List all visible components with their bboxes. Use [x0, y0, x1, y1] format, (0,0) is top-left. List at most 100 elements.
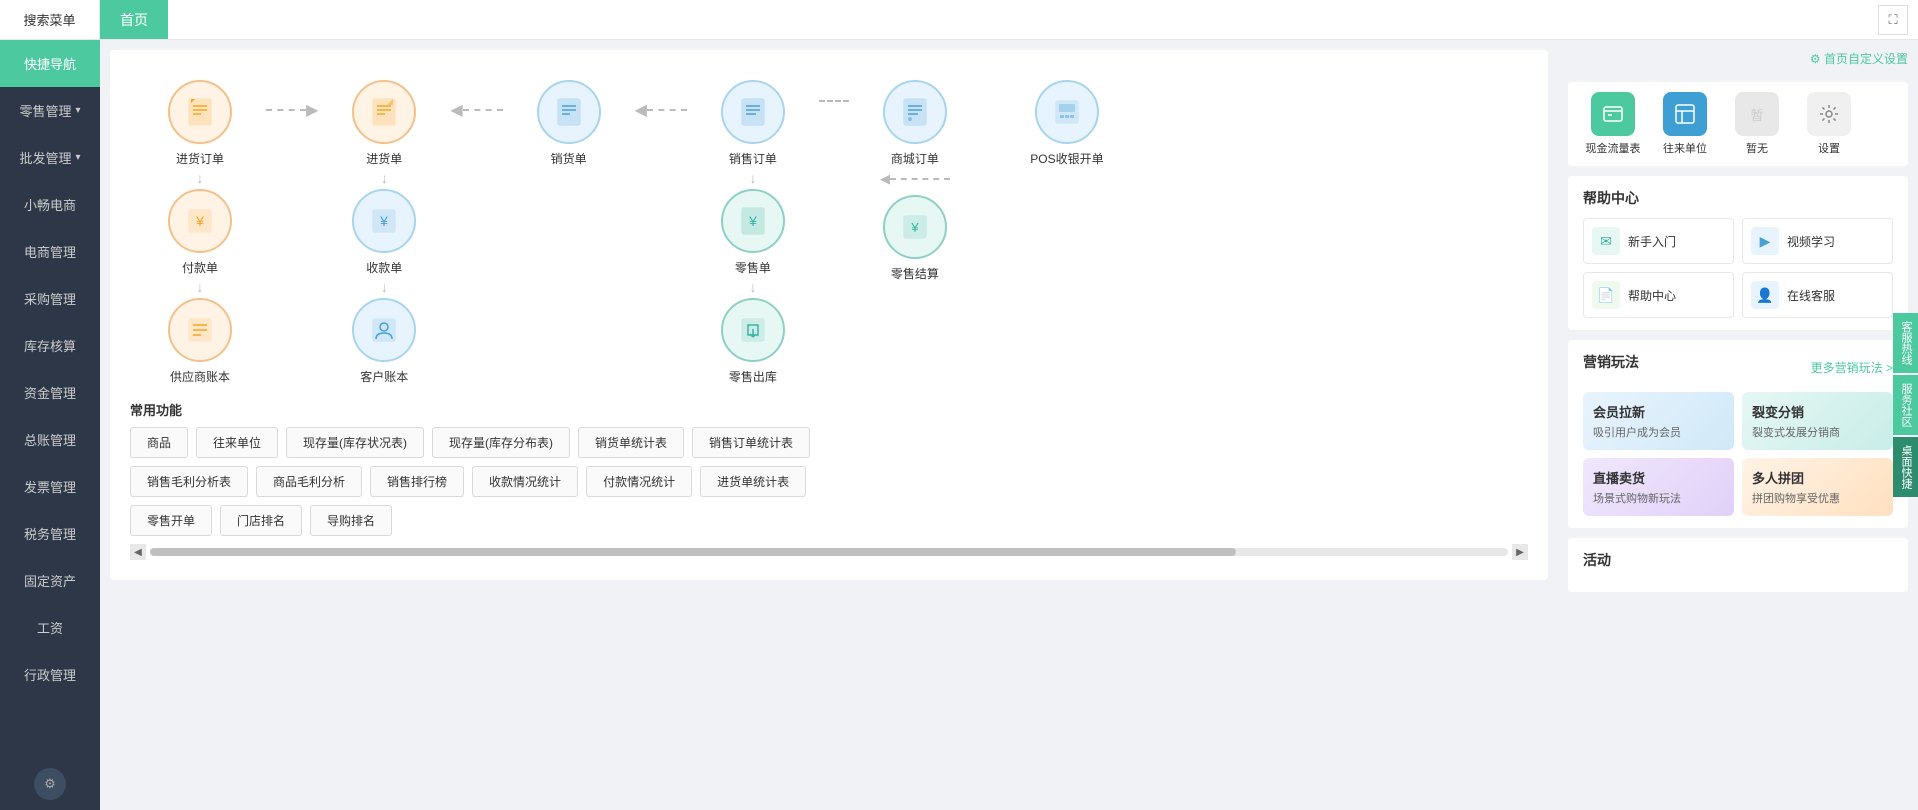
scroll-right-button[interactable]: ▶ — [1512, 544, 1528, 560]
scroll-left-button[interactable]: ◀ — [130, 544, 146, 560]
func-btn-retail-order[interactable]: 零售开单 — [130, 505, 212, 536]
marketing-item-fission[interactable]: 裂变分销 裂变式发展分销商 — [1742, 392, 1893, 450]
node-purchase-bill[interactable]: 进货单 — [324, 80, 444, 167]
node-mall-order[interactable]: 商城订单 — [855, 80, 975, 167]
side-float-community[interactable]: 服务社区 — [1893, 375, 1918, 435]
quick-icon-cashflow[interactable]: 现金流量表 — [1583, 92, 1643, 156]
sidebar-item-label: 资金管理 — [24, 383, 76, 402]
func-btn-purchase-stat[interactable]: 进货单统计表 — [700, 466, 806, 497]
node-label: 付款单 — [182, 259, 218, 276]
sidebar-item-finance[interactable]: 资金管理 — [0, 369, 100, 416]
help-label: 在线客服 — [1787, 287, 1835, 304]
marketing-more-link[interactable]: 更多营销玩法 > — [1811, 359, 1893, 376]
customer-icon — [352, 298, 416, 362]
settings-gear-button[interactable]: ⚙ — [34, 768, 66, 800]
horizontal-scrollbar[interactable]: ◀ ▶ — [130, 544, 1528, 560]
quick-icon-partner[interactable]: 往来单位 — [1655, 92, 1715, 156]
arrow-left-1: ◀ — [444, 100, 508, 120]
scroll-thumb — [150, 548, 1236, 556]
side-float-service[interactable]: 客服热线 — [1893, 313, 1918, 373]
col-4: 销售订单 ↓ ¥ 零售单 ↓ — [693, 80, 813, 385]
col-3: 销货单 — [509, 80, 629, 247]
marketing-item-groupbuy[interactable]: 多人拼团 拼团购物享受优惠 — [1742, 458, 1893, 516]
activity-title: 活动 — [1583, 550, 1893, 570]
node-payment[interactable]: ¥ 付款单 — [140, 189, 260, 276]
retail-settle-icon: ¥ — [883, 195, 947, 259]
node-retail-settle[interactable]: ¥ 零售结算 — [855, 195, 975, 282]
sidebar-item-tax[interactable]: 税务管理 — [0, 510, 100, 557]
right-panel: ⚙ 首页自定义设置 现金流量表 往来单位 暂 暂无 — [1558, 40, 1918, 810]
node-receipt[interactable]: ¥ 收款单 — [324, 189, 444, 276]
node-sales-bill[interactable]: 销货单 — [509, 80, 629, 167]
sidebar-item-xiaochang[interactable]: 小畅电商 — [0, 181, 100, 228]
func-btn-stock-status[interactable]: 现存量(库存状况表) — [286, 427, 424, 458]
home-customize-link[interactable]: ⚙ 首页自定义设置 — [1568, 50, 1908, 67]
func-btn-guide-rank[interactable]: 导购排名 — [310, 505, 392, 536]
func-btn-partner[interactable]: 往来单位 — [196, 427, 278, 458]
func-btn-receipt-stat[interactable]: 收款情况统计 — [472, 466, 578, 497]
sidebar-item-quicknav[interactable]: 快捷导航 — [0, 40, 100, 87]
func-btn-store-rank[interactable]: 门店排名 — [220, 505, 302, 536]
sidebar-item-invoice[interactable]: 发票管理 — [0, 463, 100, 510]
sidebar-item-inventory[interactable]: 库存核算 — [0, 322, 100, 369]
quick-icon-label: 往来单位 — [1663, 140, 1707, 156]
help-item-beginner[interactable]: ✉ 新手入门 — [1583, 218, 1734, 264]
node-label: 零售单 — [735, 259, 771, 276]
node-label: POS收银开单 — [1030, 150, 1103, 167]
main-layout: 快捷导航 零售管理 ▾ 批发管理 ▾ 小畅电商 电商管理 采购管理 库存核算 资… — [0, 40, 1918, 810]
help-item-video[interactable]: ▶ 视频学习 — [1742, 218, 1893, 264]
down-arrow-1: ↓ — [197, 170, 204, 186]
func-btn-sales-rank[interactable]: 销售排行榜 — [370, 466, 464, 497]
sidebar-item-retail[interactable]: 零售管理 ▾ — [0, 87, 100, 134]
node-purchase-order[interactable]: 进货订单 — [140, 80, 260, 167]
quick-icon-label: 暂无 — [1746, 140, 1768, 156]
scroll-track[interactable] — [150, 548, 1508, 556]
arrow-left-2: ◀ — [629, 100, 693, 120]
node-sales-order[interactable]: 销售订单 — [693, 80, 813, 167]
sidebar-item-label: 发票管理 — [24, 477, 76, 496]
search-menu-button[interactable]: 搜索菜单 — [0, 0, 100, 39]
helpcenter-icon: 📄 — [1592, 281, 1620, 309]
sidebar-item-admin[interactable]: 行政管理 — [0, 651, 100, 698]
chevron-down-icon: ▾ — [75, 105, 80, 116]
node-retail-bill[interactable]: ¥ 零售单 — [693, 189, 813, 276]
col-1: 进货订单 ↓ ¥ 付款单 ↓ — [140, 80, 260, 385]
quick-nav-box: 进货订单 ↓ ¥ 付款单 ↓ — [110, 50, 1548, 580]
func-btn-stock-dist[interactable]: 现存量(库存分布表) — [432, 427, 570, 458]
help-item-online-service[interactable]: 👤 在线客服 — [1742, 272, 1893, 318]
main-panel: 进货订单 ↓ ¥ 付款单 ↓ — [100, 40, 1558, 810]
retail-bill-icon: ¥ — [721, 189, 785, 253]
node-supplier-account[interactable]: 供应商账本 — [140, 298, 260, 385]
sidebar-item-salary[interactable]: 工资 — [0, 604, 100, 651]
func-btn-order-stat[interactable]: 销售订单统计表 — [692, 427, 810, 458]
node-pos[interactable]: POS收银开单 — [1007, 80, 1127, 167]
func-btn-goods-gross[interactable]: 商品毛利分析 — [256, 466, 362, 497]
svg-text:¥: ¥ — [195, 213, 204, 229]
sidebar-item-label: 固定资产 — [24, 571, 76, 590]
func-btn-goods[interactable]: 商品 — [130, 427, 188, 458]
quick-icon-settings[interactable]: 设置 — [1799, 92, 1859, 156]
node-label: 供应商账本 — [170, 368, 230, 385]
activity-card: 活动 — [1568, 538, 1908, 592]
marketing-item-live[interactable]: 直播卖货 场景式购物新玩法 — [1583, 458, 1734, 516]
node-customer-account[interactable]: 客户账本 — [324, 298, 444, 385]
top-bar-right: ⛶ — [1878, 5, 1918, 35]
marketing-item-member[interactable]: 会员拉新 吸引用户成为会员 — [1583, 392, 1734, 450]
fullscreen-button[interactable]: ⛶ — [1878, 5, 1908, 35]
func-btn-gross-analysis[interactable]: 销售毛利分析表 — [130, 466, 248, 497]
node-retail-outkugo[interactable]: 零售出库 — [693, 298, 813, 385]
sidebar-item-label: 批发管理 — [19, 148, 71, 167]
quick-icon-none[interactable]: 暂 暂无 — [1727, 92, 1787, 156]
side-float-desktop[interactable]: 桌面快捷 — [1893, 437, 1918, 497]
func-btn-payment-stat[interactable]: 付款情况统计 — [586, 466, 692, 497]
sidebar-item-fixedassets[interactable]: 固定资产 — [0, 557, 100, 604]
sidebar-item-purchase[interactable]: 采购管理 — [0, 275, 100, 322]
sidebar-item-wholesale[interactable]: 批发管理 ▾ — [0, 134, 100, 181]
sidebar-item-ecommerce[interactable]: 电商管理 — [0, 228, 100, 275]
sidebar-item-ledger[interactable]: 总账管理 — [0, 416, 100, 463]
help-item-helpcenter[interactable]: 📄 帮助中心 — [1583, 272, 1734, 318]
func-btn-sales-stat[interactable]: 销货单统计表 — [578, 427, 684, 458]
help-label: 新手入门 — [1628, 233, 1676, 250]
tab-home[interactable]: 首页 — [100, 0, 168, 39]
node-label: 销货单 — [551, 150, 587, 167]
